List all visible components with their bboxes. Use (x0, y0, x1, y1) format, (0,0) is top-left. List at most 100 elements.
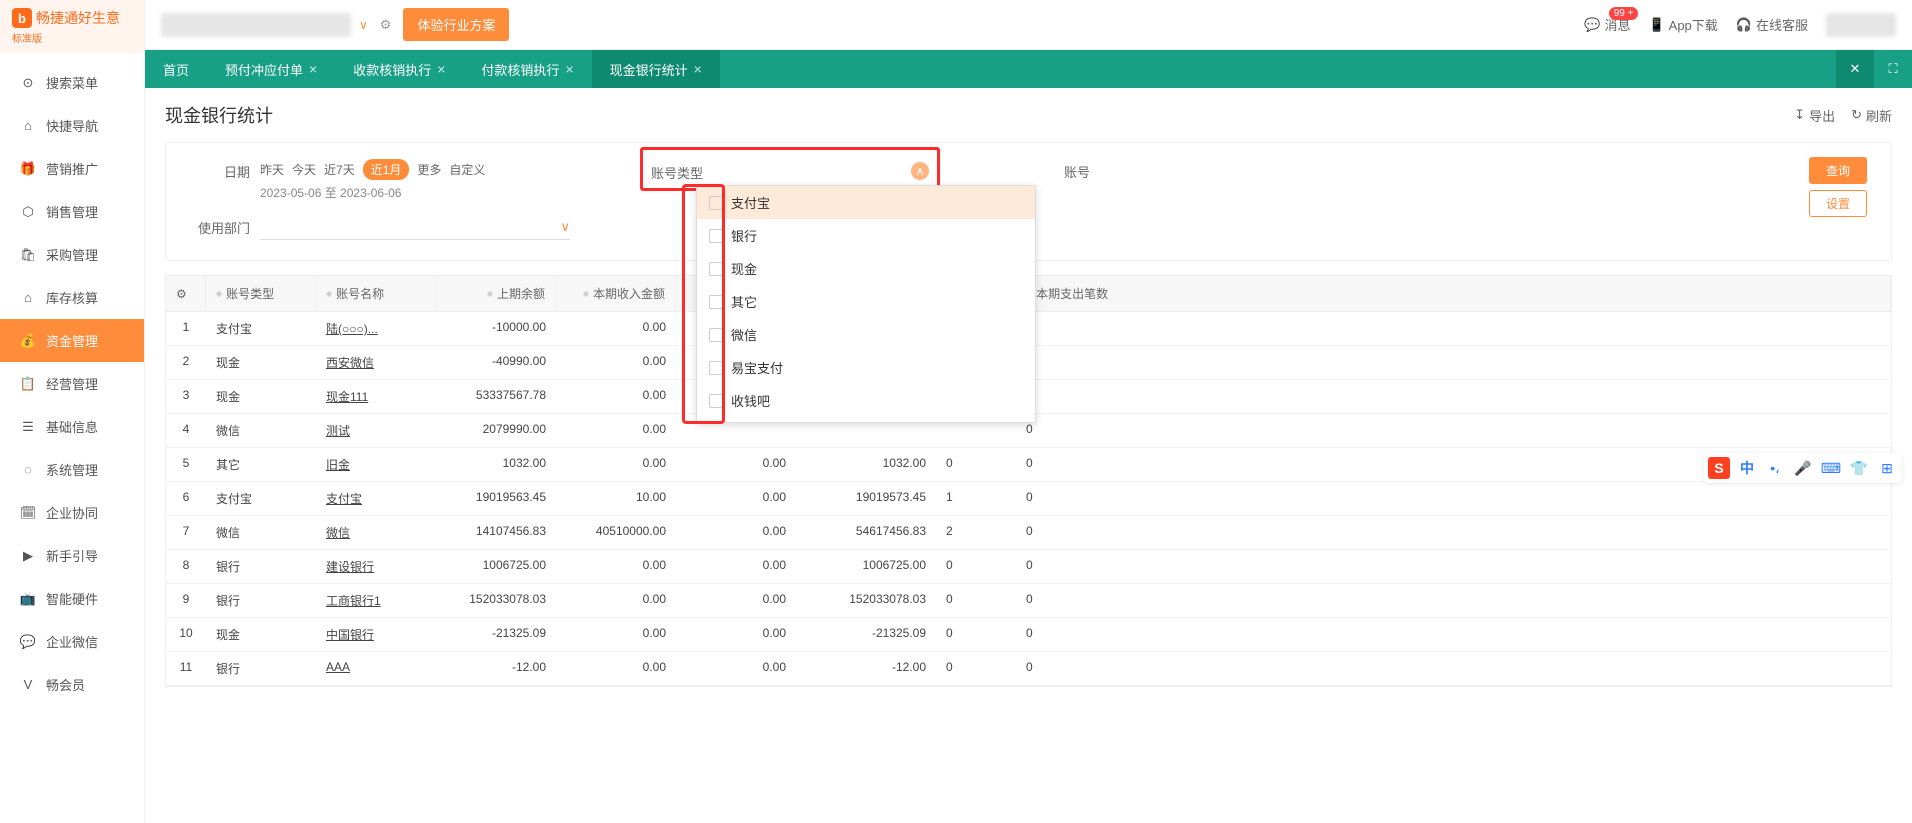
date-chip[interactable]: 今天 (292, 161, 316, 178)
dropdown-option[interactable]: 支付宝 (697, 186, 1035, 219)
toolbox-icon[interactable]: ⊞ (1876, 457, 1898, 479)
tab-close-icon[interactable]: × (309, 61, 317, 77)
nav-label: 企业协同 (46, 503, 98, 522)
checkbox[interactable] (709, 328, 723, 342)
checkbox[interactable] (709, 394, 723, 408)
top-link[interactable]: 📱App下载 (1648, 15, 1717, 34)
gear-column-icon[interactable]: ⚙ (166, 276, 206, 311)
sidebar-item[interactable]: ☰基础信息 (0, 405, 144, 448)
page-title: 现金银行统计 (165, 102, 273, 128)
settings-button[interactable]: 设置 (1809, 190, 1867, 217)
sort-icon[interactable]: ◆ (326, 292, 332, 296)
keyboard-icon[interactable]: ⌨ (1820, 457, 1842, 479)
tab-close-icon[interactable]: × (694, 61, 702, 77)
dropdown-option[interactable]: 银行 (697, 219, 1035, 252)
sidebar-item[interactable]: ⌂库存核算 (0, 276, 144, 319)
company-dropdown-icon[interactable]: ∨ (359, 18, 368, 32)
date-range: 2023-05-06 至 2023-06-06 (260, 184, 485, 201)
skin-icon[interactable]: 👕 (1848, 457, 1870, 479)
company-name-blurred[interactable] (161, 13, 351, 37)
sidebar-item[interactable]: V畅会员 (0, 663, 144, 706)
sidebar-item[interactable]: 📺智能硬件 (0, 577, 144, 620)
sort-icon[interactable]: ◆ (216, 292, 222, 296)
tab[interactable]: 收款核销执行× (335, 50, 463, 88)
sidebar-item[interactable]: ⌂快捷导航 (0, 104, 144, 147)
clear-icon[interactable]: ∧ (911, 162, 929, 180)
dropdown-option[interactable]: 易宝支付 (697, 351, 1035, 384)
sidebar-item[interactable]: 🎁营销推广 (0, 147, 144, 190)
refresh-button[interactable]: ↻刷新 (1851, 106, 1892, 125)
dropdown-option[interactable]: 微信 (697, 318, 1035, 351)
logo[interactable]: b 畅捷通好生意 标准版 (0, 0, 144, 53)
fullscreen-icon[interactable]: ⛶ (1874, 50, 1912, 88)
top-link[interactable]: 💬消息99 + (1584, 15, 1630, 34)
dropdown-option[interactable]: 其它 (697, 285, 1035, 318)
try-solution-button[interactable]: 体验行业方案 (403, 8, 509, 41)
sogou-icon[interactable]: S (1708, 457, 1730, 479)
sidebar-item[interactable]: ⊙搜索菜单 (0, 61, 144, 104)
sidebar-item[interactable]: 📋经营管理 (0, 362, 144, 405)
checkbox[interactable] (709, 196, 723, 210)
checkbox[interactable] (709, 361, 723, 375)
sort-icon[interactable]: ◆ (583, 292, 589, 296)
export-button[interactable]: ↧导出 (1794, 106, 1835, 125)
checkbox[interactable] (709, 262, 723, 276)
account-type-input[interactable] (711, 160, 929, 184)
account-name-link[interactable]: 工商银行1 (326, 594, 381, 608)
account-name-link[interactable]: 旧金 (326, 458, 350, 472)
account-type-label: 账号类型 (651, 163, 703, 182)
sidebar-item[interactable]: 🛍采购管理 (0, 233, 144, 276)
account-input[interactable] (1100, 159, 1400, 183)
checkbox[interactable] (709, 229, 723, 243)
account-name-link[interactable]: 现金111 (326, 390, 368, 404)
nav-icon: ⌂ (20, 290, 36, 306)
dropdown-option[interactable]: 收钱吧 (697, 384, 1035, 417)
dropdown-option[interactable]: 长沙银行 (697, 417, 1035, 422)
account-name-link[interactable]: 测试 (326, 424, 350, 438)
badge: 99 + (1609, 7, 1639, 20)
gear-icon[interactable]: ⚙ (376, 13, 396, 37)
date-chip[interactable]: 更多 (417, 161, 441, 178)
sidebar-item[interactable]: ⬡销售管理 (0, 190, 144, 233)
top-link-icon: 💬 (1584, 17, 1600, 33)
nav-label: 智能硬件 (46, 589, 98, 608)
sidebar-item[interactable]: 💰资金管理 (0, 319, 144, 362)
top-link[interactable]: 🎧在线客服 (1736, 15, 1808, 34)
ime-cn-icon[interactable]: 中 (1736, 457, 1758, 479)
dropdown-option[interactable]: 现金 (697, 252, 1035, 285)
account-name-link[interactable]: 陆(○○○)... (326, 322, 378, 336)
tab[interactable]: 付款核销执行× (463, 50, 591, 88)
mic-icon[interactable]: 🎤 (1792, 457, 1814, 479)
account-name-link[interactable]: 微信 (326, 526, 350, 540)
date-chip[interactable]: 自定义 (449, 161, 485, 178)
dept-select[interactable]: ∨ (260, 215, 570, 240)
account-name-link[interactable]: 建设银行 (326, 560, 374, 574)
account-name-link[interactable]: 中国银行 (326, 628, 374, 642)
sidebar-item[interactable]: 🗓企业协同 (0, 491, 144, 534)
account-name-link[interactable]: 西安微信 (326, 356, 374, 370)
table-row: 6 支付宝 支付宝 19019563.45 10.00 0.00 1901957… (166, 482, 1891, 516)
sort-icon[interactable]: ◆ (487, 292, 493, 296)
account-name-link[interactable]: AAA (326, 660, 350, 674)
sidebar-item[interactable]: ◌系统管理 (0, 448, 144, 491)
user-avatar-blurred[interactable] (1826, 13, 1896, 37)
tab[interactable]: 现金银行统计× (592, 50, 720, 88)
date-chip[interactable]: 近1月 (363, 159, 410, 180)
top-link-icon: 🎧 (1736, 17, 1752, 33)
nav-icon: 🛍 (20, 247, 36, 263)
tab-close-icon[interactable]: × (565, 61, 573, 77)
tab[interactable]: 首页 (145, 50, 207, 88)
ime-punct-icon[interactable]: •، (1764, 457, 1786, 479)
checkbox[interactable] (709, 295, 723, 309)
tab[interactable]: 预付冲应付单× (207, 50, 335, 88)
account-name-link[interactable]: 支付宝 (326, 492, 362, 506)
date-chip[interactable]: 昨天 (260, 161, 284, 178)
tab-close-all-button[interactable]: ✕ (1836, 50, 1874, 88)
sidebar-item[interactable]: ▶新手引导 (0, 534, 144, 577)
logo-sub: 标准版 (12, 30, 132, 45)
date-chip[interactable]: 近7天 (324, 161, 355, 178)
sidebar-item[interactable]: 💬企业微信 (0, 620, 144, 663)
tab-close-icon[interactable]: × (437, 61, 445, 77)
ime-toolbar: S 中 •، 🎤 ⌨ 👕 ⊞ (1704, 453, 1902, 483)
search-button[interactable]: 查询 (1809, 157, 1867, 184)
